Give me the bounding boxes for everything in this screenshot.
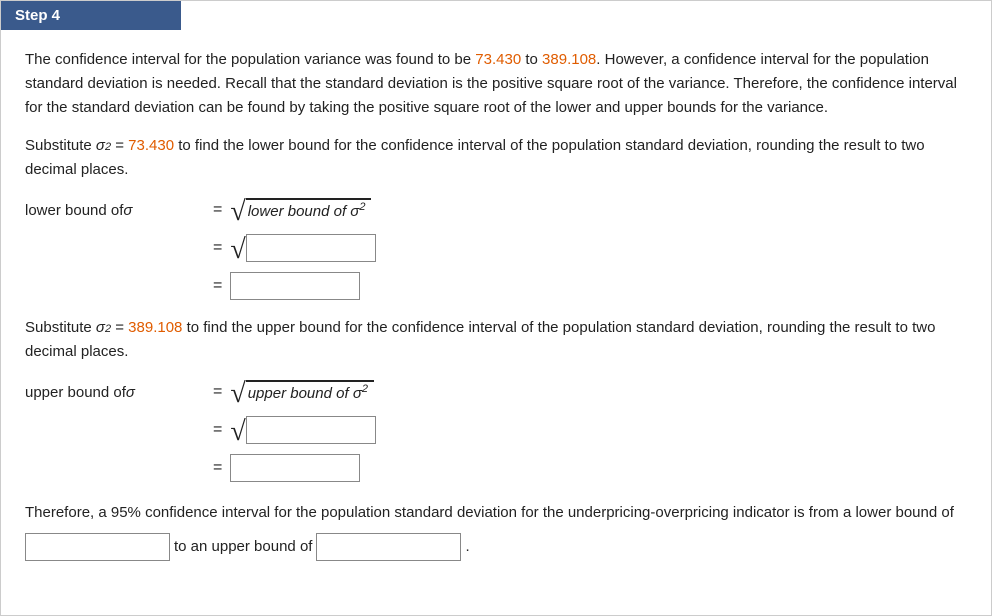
upper-value: 389.108	[542, 51, 596, 68]
final-suffix: .	[465, 532, 469, 562]
lower-value: 73.430	[475, 51, 521, 68]
intro-paragraph: The confidence interval for the populati…	[25, 48, 967, 120]
upper-sqrt-formula: √ upper bound of σ2	[230, 378, 374, 406]
upper-value-2: 389.108	[128, 319, 182, 336]
final-prefix: Therefore, a 95% confidence interval for…	[25, 498, 954, 528]
lower-sqrt-input-row: = √	[205, 234, 967, 262]
upper-sqrt-input-row: = √	[205, 416, 967, 444]
lower-sqrt-input[interactable]	[246, 234, 376, 262]
final-upper-input[interactable]	[316, 533, 461, 561]
lower-result-row: =	[205, 272, 967, 300]
upper-sqrt-input[interactable]	[246, 416, 376, 444]
lower-value-2: 73.430	[128, 137, 174, 154]
upper-bound-label: upper bound of σ	[25, 384, 205, 401]
lower-sqrt-formula: √ lower bound of σ2	[230, 196, 371, 224]
upper-substitute-text: Substitute σ2 = 389.108 to find the uppe…	[25, 316, 967, 364]
upper-formula-row1: upper bound of σ = √ upper bound of σ2	[25, 378, 967, 406]
lower-result-input[interactable]	[230, 272, 360, 300]
final-conclusion: Therefore, a 95% confidence interval for…	[25, 498, 967, 562]
lower-bound-label: lower bound of σ	[25, 202, 205, 219]
final-middle: to an upper bound of	[174, 532, 312, 562]
step-header: Step 4	[1, 1, 181, 30]
lower-formula-row1: lower bound of σ = √ lower bound of σ2	[25, 196, 967, 224]
upper-result-input[interactable]	[230, 454, 360, 482]
final-lower-input[interactable]	[25, 533, 170, 561]
upper-result-row: =	[205, 454, 967, 482]
lower-substitute-text: Substitute σ2 = 73.430 to find the lower…	[25, 134, 967, 182]
